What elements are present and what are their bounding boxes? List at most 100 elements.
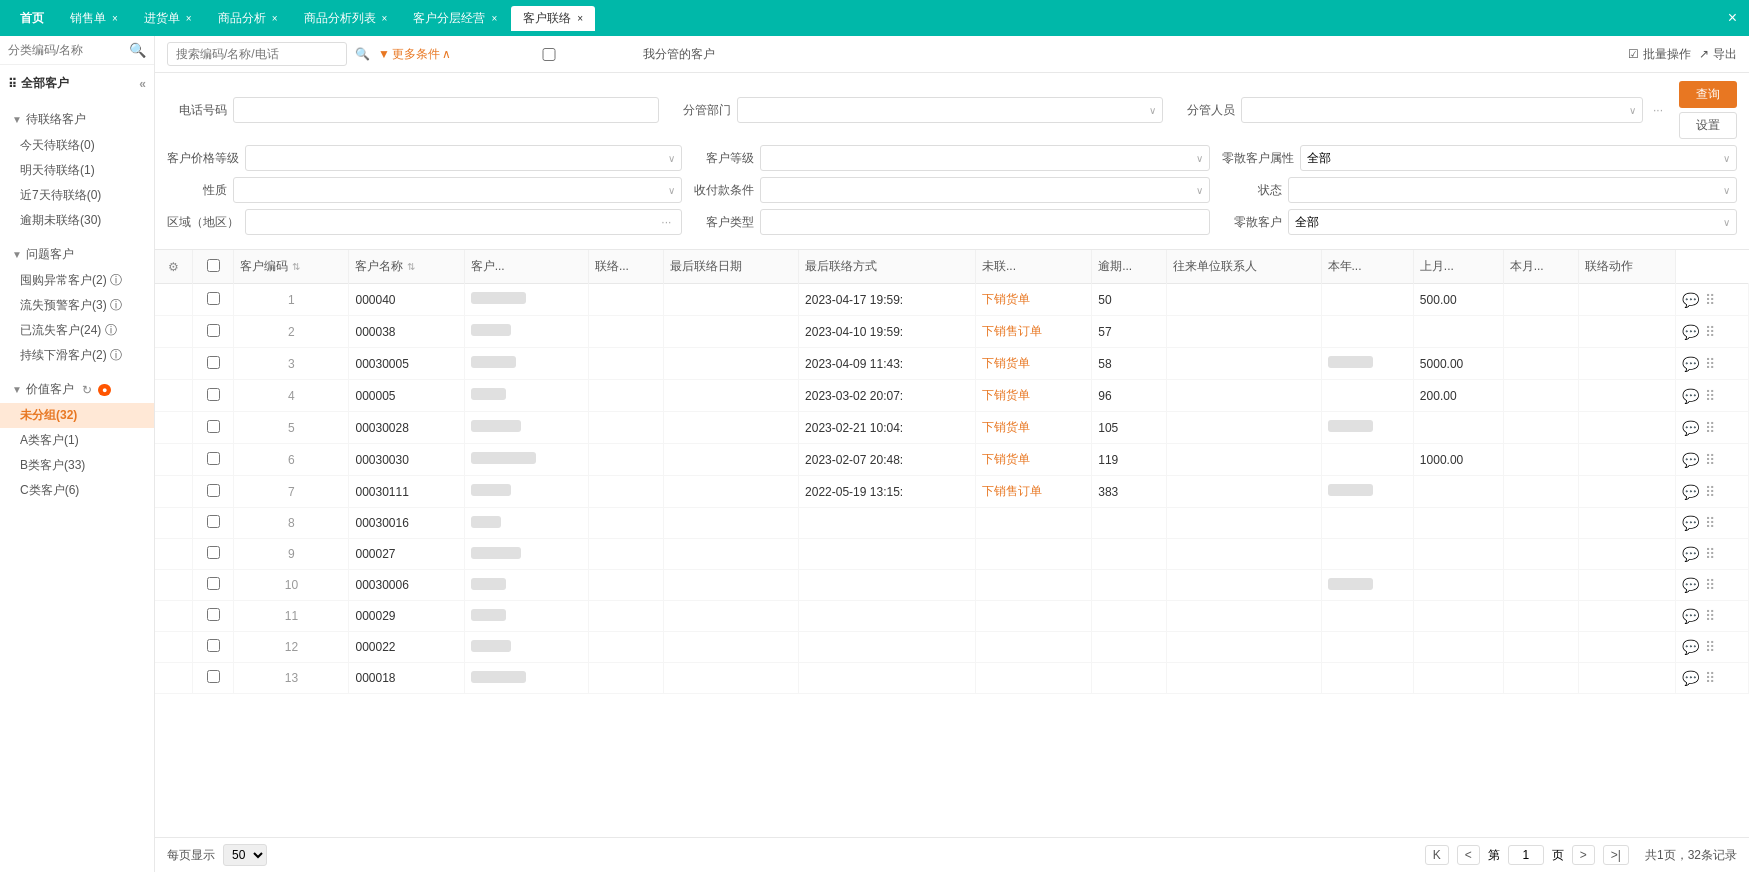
nav-tab-customer-layer[interactable]: 客户分层经营 ×: [401, 6, 509, 31]
grid-action-icon[interactable]: ⠿: [1705, 420, 1715, 436]
message-action-icon[interactable]: 💬: [1682, 388, 1699, 404]
payment-select[interactable]: ∨: [760, 177, 1209, 203]
checkbox-column-header[interactable]: [192, 250, 233, 284]
row-checkbox-cell[interactable]: [192, 508, 233, 539]
row-checkbox[interactable]: [207, 577, 220, 590]
row-checkbox-cell[interactable]: [192, 444, 233, 476]
nav-tab-customer-contact[interactable]: 客户联络 ×: [511, 6, 595, 31]
message-action-icon[interactable]: 💬: [1682, 670, 1699, 686]
message-action-icon[interactable]: 💬: [1682, 639, 1699, 655]
sidebar-collapse-button[interactable]: «: [139, 77, 146, 91]
message-action-icon[interactable]: 💬: [1682, 324, 1699, 340]
row-checkbox[interactable]: [207, 608, 220, 621]
grid-action-icon[interactable]: ⠿: [1705, 484, 1715, 500]
row-checkbox-cell[interactable]: [192, 412, 233, 444]
grid-action-icon[interactable]: ⠿: [1705, 608, 1715, 624]
row-checkbox-cell[interactable]: [192, 601, 233, 632]
row-checkbox[interactable]: [207, 356, 220, 369]
customer-type-select[interactable]: [760, 209, 1209, 235]
row-checkbox[interactable]: [207, 639, 220, 652]
name-column-header[interactable]: 客户名称 ⇅: [349, 250, 464, 284]
nav-tab-purchase[interactable]: 进货单 ×: [132, 6, 204, 31]
region-select[interactable]: ···: [245, 209, 682, 235]
message-action-icon[interactable]: 💬: [1682, 577, 1699, 593]
message-action-icon[interactable]: 💬: [1682, 420, 1699, 436]
contact-way-link[interactable]: 下销货单: [982, 292, 1030, 306]
grid-action-icon[interactable]: ⠿: [1705, 452, 1715, 468]
sidebar-item-churn-warning[interactable]: 流失预警客户(3) ⓘ: [0, 293, 154, 318]
grid-action-icon[interactable]: ⠿: [1705, 639, 1715, 655]
row-checkbox-cell[interactable]: [192, 476, 233, 508]
manager-select[interactable]: ∨: [1241, 97, 1643, 123]
nav-tab-product-analysis[interactable]: 商品分析 ×: [206, 6, 290, 31]
contact-way-link[interactable]: 下销售订单: [982, 324, 1042, 338]
row-checkbox-cell[interactable]: [192, 632, 233, 663]
next-page-button[interactable]: >: [1572, 845, 1595, 865]
row-checkbox[interactable]: [207, 515, 220, 528]
row-checkbox[interactable]: [207, 388, 220, 401]
grid-action-icon[interactable]: ⠿: [1705, 356, 1715, 372]
settings-column-header[interactable]: ⚙: [155, 250, 192, 284]
close-sales-icon[interactable]: ×: [112, 13, 118, 24]
grid-action-icon[interactable]: ⠿: [1705, 324, 1715, 340]
sparse-customer-select[interactable]: 全部 ∨: [1288, 209, 1737, 235]
sidebar-search-icon[interactable]: 🔍: [129, 42, 146, 58]
sidebar-item-class-b[interactable]: B类客户(33): [0, 453, 154, 478]
all-customers-label[interactable]: ⠿ 全部客户 «: [0, 69, 154, 98]
sidebar-item-churned[interactable]: 已流失客户(24) ⓘ: [0, 318, 154, 343]
nav-tab-sales[interactable]: 销售单 ×: [58, 6, 130, 31]
close-customer-layer-icon[interactable]: ×: [491, 13, 497, 24]
row-checkbox-cell[interactable]: [192, 348, 233, 380]
nav-tab-product-list[interactable]: 商品分析列表 ×: [292, 6, 400, 31]
my-customers-checkbox[interactable]: [459, 48, 639, 61]
sidebar-group-value-title[interactable]: ▼ 价值客户 ↻ ●: [0, 376, 154, 403]
refresh-icon[interactable]: ↻: [82, 383, 92, 397]
sidebar-item-7days-pending[interactable]: 近7天待联络(0): [0, 183, 154, 208]
batch-ops-button[interactable]: ☑ 批量操作: [1628, 46, 1691, 63]
prev-page-button[interactable]: <: [1457, 845, 1480, 865]
contact-way-link[interactable]: 下销售订单: [982, 484, 1042, 498]
contact-way-link[interactable]: 下销货单: [982, 356, 1030, 370]
row-checkbox[interactable]: [207, 670, 220, 683]
grid-action-icon[interactable]: ⠿: [1705, 670, 1715, 686]
select-all-checkbox[interactable]: [207, 259, 220, 272]
search-input[interactable]: [167, 42, 347, 66]
contact-way-link[interactable]: 下销货单: [982, 420, 1030, 434]
status-select[interactable]: ∨: [1288, 177, 1737, 203]
message-action-icon[interactable]: 💬: [1682, 356, 1699, 372]
close-all-button[interactable]: ×: [1724, 9, 1741, 27]
message-action-icon[interactable]: 💬: [1682, 608, 1699, 624]
my-customers-checkbox-label[interactable]: 我分管的客户: [459, 46, 715, 63]
row-checkbox[interactable]: [207, 546, 220, 559]
nature-select[interactable]: ∨: [233, 177, 682, 203]
message-action-icon[interactable]: 💬: [1682, 546, 1699, 562]
row-checkbox[interactable]: [207, 452, 220, 465]
message-action-icon[interactable]: 💬: [1682, 484, 1699, 500]
dept-select[interactable]: ∨: [737, 97, 1163, 123]
row-checkbox[interactable]: [207, 292, 220, 305]
nav-tab-home[interactable]: 首页: [8, 6, 56, 31]
phone-input[interactable]: [233, 97, 659, 123]
close-product-analysis-icon[interactable]: ×: [272, 13, 278, 24]
query-button[interactable]: 查询: [1679, 81, 1737, 108]
message-action-icon[interactable]: 💬: [1682, 515, 1699, 531]
row-checkbox[interactable]: [207, 420, 220, 433]
sidebar-group-problem-title[interactable]: ▼ 问题客户: [0, 241, 154, 268]
sidebar-item-tomorrow-pending[interactable]: 明天待联络(1): [0, 158, 154, 183]
first-page-button[interactable]: K: [1425, 845, 1449, 865]
close-product-list-icon[interactable]: ×: [382, 13, 388, 24]
row-checkbox-cell[interactable]: [192, 316, 233, 348]
grid-action-icon[interactable]: ⠿: [1705, 515, 1715, 531]
row-checkbox[interactable]: [207, 484, 220, 497]
sidebar-item-declining[interactable]: 持续下滑客户(2) ⓘ: [0, 343, 154, 368]
sparse-attr-select[interactable]: 全部 ∨: [1300, 145, 1737, 171]
grid-action-icon[interactable]: ⠿: [1705, 292, 1715, 308]
reset-button[interactable]: 设置: [1679, 112, 1737, 139]
row-checkbox-cell[interactable]: [192, 380, 233, 412]
sidebar-item-hoarding[interactable]: 囤购异常客户(2) ⓘ: [0, 268, 154, 293]
contact-way-link[interactable]: 下销货单: [982, 452, 1030, 466]
close-customer-contact-icon[interactable]: ×: [577, 13, 583, 24]
sidebar-item-class-a[interactable]: A类客户(1): [0, 428, 154, 453]
grid-action-icon[interactable]: ⠿: [1705, 388, 1715, 404]
row-checkbox-cell[interactable]: [192, 539, 233, 570]
